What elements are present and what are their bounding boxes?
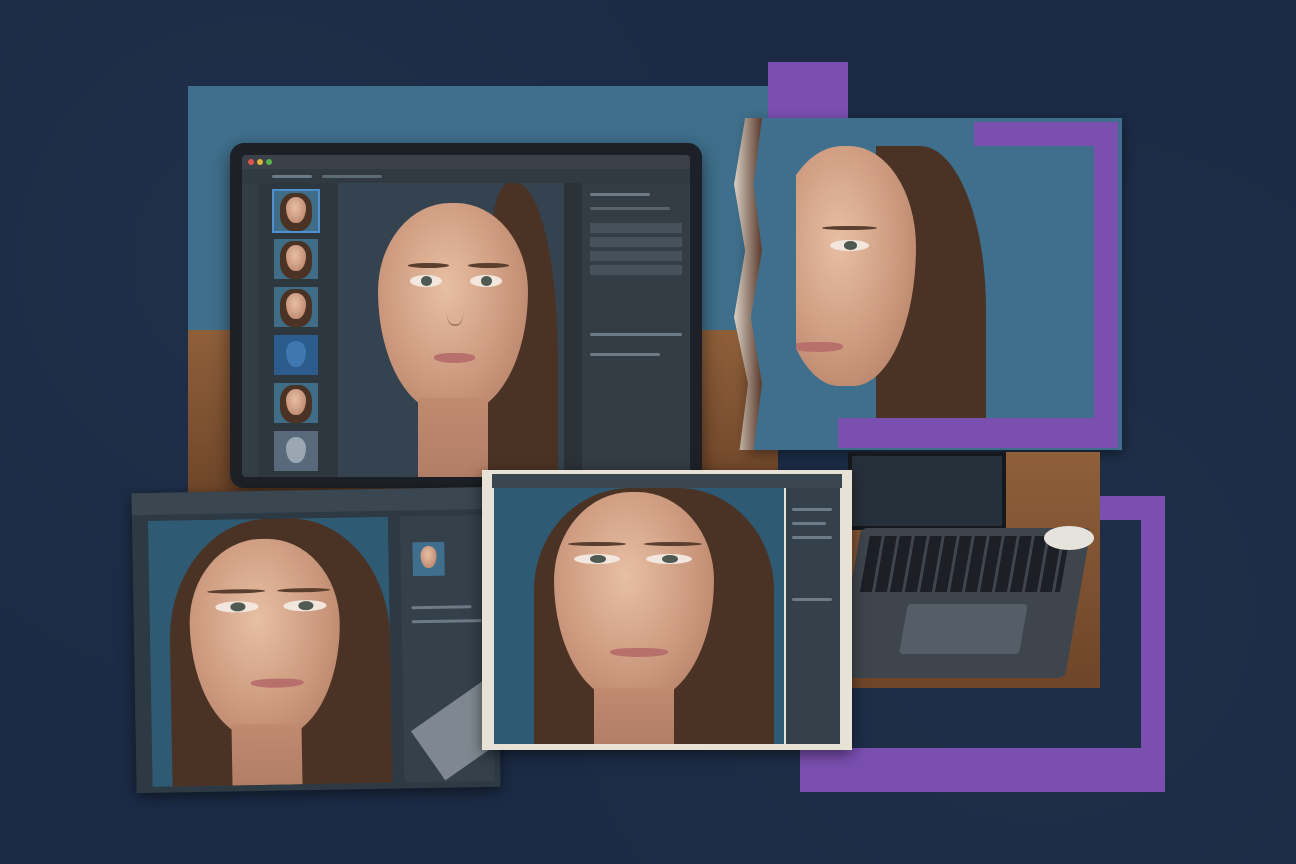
thumbnail-4[interactable] <box>274 335 318 375</box>
thumbnail-1[interactable] <box>272 189 320 233</box>
laptop-keyboard-crop <box>848 452 1100 688</box>
thumbnail-2[interactable] <box>274 239 318 279</box>
layer-row-1[interactable] <box>590 223 682 233</box>
keyboard <box>848 528 1092 678</box>
window-dot-yellow[interactable] <box>257 159 263 165</box>
thumbnail-6[interactable] <box>274 431 318 471</box>
left-panel-thumb <box>412 541 445 577</box>
thumbnail-3[interactable] <box>274 287 318 327</box>
center-canvas-photo <box>494 488 784 744</box>
purple-strip-bottom <box>800 748 1165 792</box>
editor-menubar <box>242 155 690 169</box>
thumbnail-5[interactable] <box>274 383 318 423</box>
tools-panel[interactable] <box>242 183 258 477</box>
layer-row-2[interactable] <box>590 237 682 247</box>
window-dot-red[interactable] <box>248 159 254 165</box>
mouse <box>1044 526 1094 550</box>
editor-screenshot-center <box>482 470 852 750</box>
collage-right-card <box>734 118 1122 450</box>
main-canvas-photo[interactable] <box>338 183 564 477</box>
purple-frame-bottom <box>838 418 1118 448</box>
left-canvas-photo <box>147 516 393 787</box>
laptop-top <box>230 143 702 488</box>
center-menubar <box>492 474 842 488</box>
laptop-screen <box>242 155 690 477</box>
trackpad <box>899 604 1028 654</box>
laptop-lid <box>848 452 1006 530</box>
purple-tape-top <box>768 62 848 122</box>
layer-row-4[interactable] <box>590 265 682 275</box>
purple-frame <box>974 122 1118 448</box>
editor-options-bar <box>242 169 690 183</box>
thumbnail-strip[interactable] <box>258 183 338 477</box>
center-side-panel <box>786 488 840 744</box>
window-dot-green[interactable] <box>266 159 272 165</box>
layer-row-3[interactable] <box>590 251 682 261</box>
half-face-photo <box>796 146 992 418</box>
layers-panel[interactable] <box>582 183 690 477</box>
